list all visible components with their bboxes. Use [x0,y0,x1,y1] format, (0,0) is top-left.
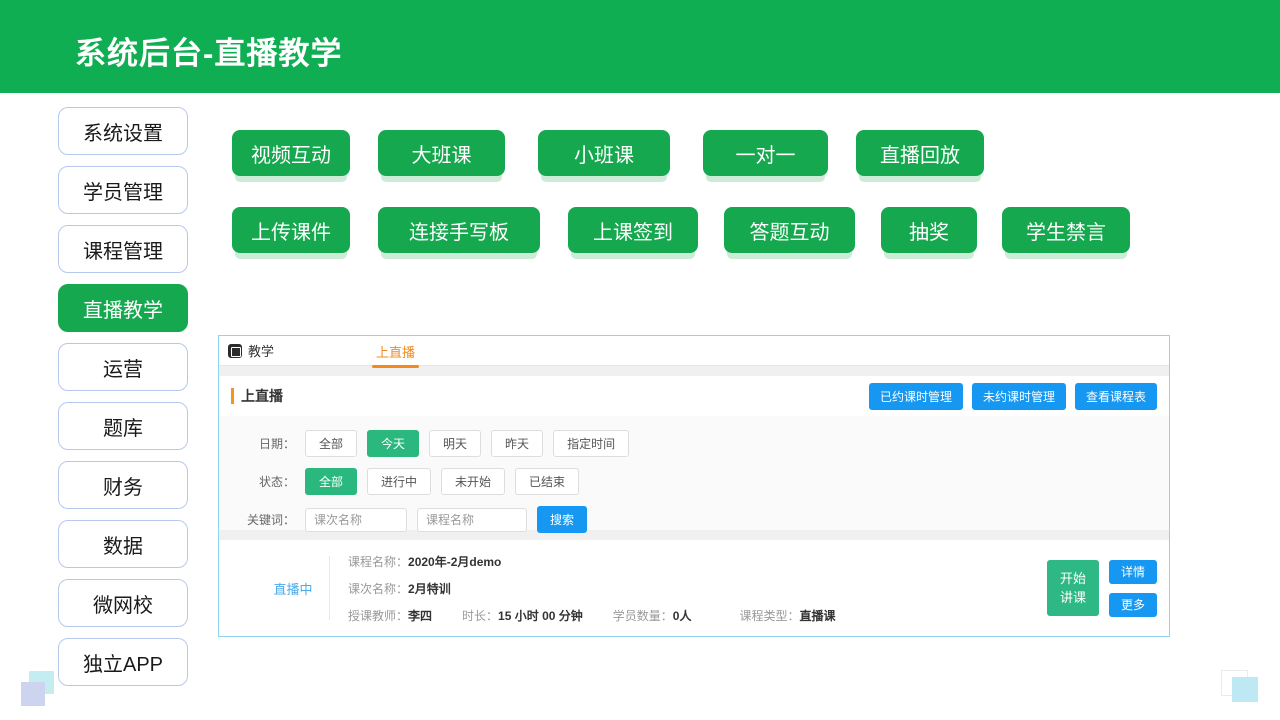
status-option-ongoing[interactable]: 进行中 [367,468,431,495]
feature-small-class[interactable]: 小班课 [538,130,670,176]
duration-value: 15 小时 00 分钟 [498,607,583,624]
sidebar-item-operations[interactable]: 运营 [58,343,188,391]
lesson-name-label: 课次名称： [348,580,408,597]
feature-one-on-one[interactable]: 一对一 [703,130,828,176]
teaching-app-icon [228,344,242,358]
date-option-today[interactable]: 今天 [367,430,419,457]
decoration-square-cyan-right [1232,677,1258,702]
row-actions: 开始讲课 详情 更多 [1047,560,1157,617]
course-name-label: 课程名称： [348,553,408,570]
feature-upload-courseware[interactable]: 上传课件 [232,207,350,253]
sidebar-item-standalone-app[interactable]: 独立APP [58,638,188,686]
course-list-row: 直播中 课程名称： 2020年-2月demo 课次名称： 2月特训 授课教师： … [219,540,1169,636]
date-option-custom[interactable]: 指定时间 [553,430,629,457]
lesson-name-input[interactable] [305,508,407,532]
course-detail: 课程名称： 2020年-2月demo 课次名称： 2月特训 授课教师： 李四 时… [348,548,835,629]
view-timetable-button[interactable]: 查看课程表 [1075,383,1157,410]
feature-handwriting-board[interactable]: 连接手写板 [378,207,540,253]
filter-keyword-label: 关键词： [243,511,295,528]
row-divider [329,556,330,620]
teacher-value: 李四 [408,607,432,624]
sidebar-item-student-management[interactable]: 学员管理 [58,166,188,214]
feature-quiz-interaction[interactable]: 答题互动 [724,207,855,253]
sidebar-item-system-settings[interactable]: 系统设置 [58,107,188,155]
feature-large-class[interactable]: 大班课 [378,130,505,176]
unbooked-lessons-button[interactable]: 未约课时管理 [972,383,1066,410]
live-status-badge: 直播中 [257,579,329,598]
status-option-not-started[interactable]: 未开始 [441,468,505,495]
course-name-input[interactable] [417,508,527,532]
date-option-tomorrow[interactable]: 明天 [429,430,481,457]
teacher-label: 授课教师： [348,607,408,624]
filter-status-label: 状态： [243,473,295,490]
status-option-all[interactable]: 全部 [305,468,357,495]
lesson-name-line: 课次名称： 2月特训 [348,575,835,602]
page-title: 系统后台-直播教学 [75,28,342,73]
feature-student-mute[interactable]: 学生禁言 [1002,207,1130,253]
more-button[interactable]: 更多 [1109,593,1157,617]
duration-label: 时长： [462,607,498,624]
feature-video-interaction[interactable]: 视频互动 [232,130,350,176]
filter-date-row: 日期： 全部 今天 明天 昨天 指定时间 [243,430,1169,457]
date-option-yesterday[interactable]: 昨天 [491,430,543,457]
feature-row-2: 上传课件 连接手写板 上课签到 答题互动 抽奖 学生禁言 [232,207,1130,253]
search-button[interactable]: 搜索 [537,506,587,533]
tab-live-broadcast[interactable]: 上直播 [376,336,415,366]
teaching-app-label: 教学 [248,341,274,360]
detail-button[interactable]: 详情 [1109,560,1157,584]
feature-live-replay[interactable]: 直播回放 [856,130,984,176]
sidebar-item-question-bank[interactable]: 题库 [58,402,188,450]
filter-date-label: 日期： [243,435,295,452]
status-option-ended[interactable]: 已结束 [515,468,579,495]
sidebar-item-finance[interactable]: 财务 [58,461,188,509]
section-title: 上直播 [231,386,283,406]
course-type-value: 直播课 [799,607,835,624]
filter-keyword-row: 关键词： 搜索 [243,506,1169,533]
course-name-line: 课程名称： 2020年-2月demo [348,548,835,575]
booked-lessons-button[interactable]: 已约课时管理 [869,383,963,410]
date-option-all[interactable]: 全部 [305,430,357,457]
sidebar-item-data[interactable]: 数据 [58,520,188,568]
feature-lottery[interactable]: 抽奖 [881,207,977,253]
filter-card: 日期： 全部 今天 明天 昨天 指定时间 状态： 全部 进行中 未开始 已结束 … [219,416,1169,530]
sidebar-item-live-teaching[interactable]: 直播教学 [58,284,188,332]
course-meta-line: 授课教师： 李四 时长： 15 小时 00 分钟 学员数量： 0人 课程类型： … [348,602,835,629]
feature-class-signin[interactable]: 上课签到 [568,207,698,253]
students-value: 0人 [673,607,692,624]
decoration-square-purple-left [21,682,45,706]
header-banner: 系统后台-直播教学 [0,0,1280,93]
feature-row-1: 视频互动 大班课 小班课 一对一 直播回放 [232,130,984,176]
start-teaching-button[interactable]: 开始讲课 [1047,560,1099,616]
admin-panel: 教学 上直播 上直播 已约课时管理 未约课时管理 查看课程表 日期： 全部 今天… [218,335,1170,637]
sidebar-item-course-management[interactable]: 课程管理 [58,225,188,273]
section-actions: 已约课时管理 未约课时管理 查看课程表 [869,383,1157,410]
course-type-label: 课程类型： [739,607,799,624]
students-label: 学员数量： [613,607,673,624]
course-name-value: 2020年-2月demo [408,553,501,570]
section-header: 上直播 已约课时管理 未约课时管理 查看课程表 [219,376,1169,416]
panel-tabbar: 教学 上直播 [219,336,1169,366]
lesson-name-value: 2月特训 [408,580,451,597]
filter-status-row: 状态： 全部 进行中 未开始 已结束 [243,468,1169,495]
sidebar-item-micro-school[interactable]: 微网校 [58,579,188,627]
sidebar: 系统设置 学员管理 课程管理 直播教学 运营 题库 财务 数据 微网校 独立AP… [58,107,188,697]
